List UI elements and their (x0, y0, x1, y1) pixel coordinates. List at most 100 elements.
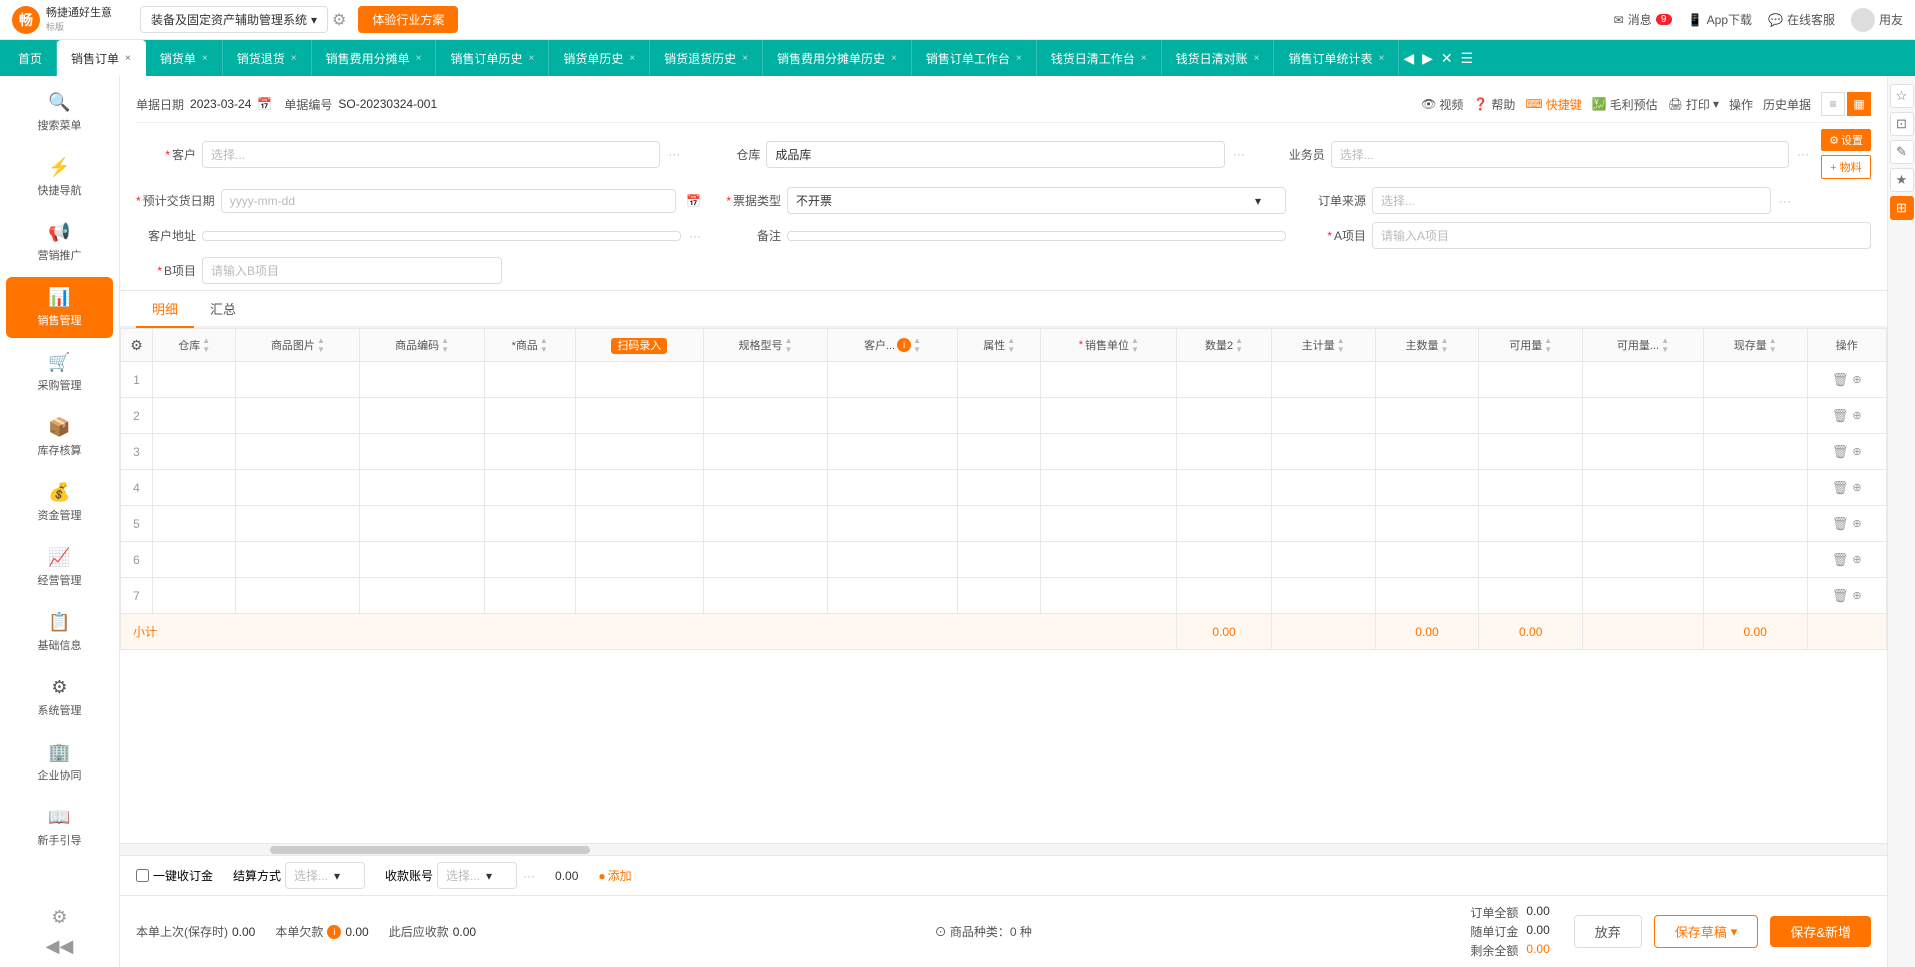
scroll-thumb[interactable] (270, 846, 590, 854)
sidebar-item-purchase[interactable]: 🛒 采购管理 (6, 342, 113, 403)
nav-scroll-left[interactable]: ◀ (1399, 50, 1418, 67)
shortcut-btn[interactable]: ⌨ 快捷键 (1525, 96, 1581, 113)
cell-ccode-2[interactable] (828, 398, 958, 434)
cell-product-3[interactable] (484, 434, 575, 470)
mini-btn-5[interactable]: ⊞ (1890, 196, 1914, 220)
cell-current-3[interactable] (1703, 434, 1807, 470)
gear-icon[interactable]: ⚙ (130, 337, 143, 353)
tab-summary[interactable]: 汇总 (194, 291, 252, 328)
cell-avail2-7[interactable] (1583, 578, 1704, 614)
cell-scan-6[interactable] (575, 542, 703, 578)
cell-attr-1[interactable] (958, 362, 1041, 398)
tab-fee-history[interactable]: 销售费用分摊单历史 × (763, 40, 912, 76)
cell-warehouse-3[interactable] (153, 434, 236, 470)
tab-sales-history[interactable]: 销售订单历史 × (436, 40, 549, 76)
sort-arrows-code[interactable]: ▲▼ (441, 336, 449, 354)
cell-img-1[interactable] (236, 362, 360, 398)
sort-arrows-unit[interactable]: ▲▼ (1131, 336, 1139, 354)
b-project-input[interactable]: 请输入B项目 (202, 257, 502, 284)
cell-unit-3[interactable] (1041, 434, 1177, 470)
one-click-input[interactable] (136, 869, 149, 882)
cell-current-4[interactable] (1703, 470, 1807, 506)
tab-stats-close[interactable]: × (1378, 53, 1384, 64)
tab-fee-history-close[interactable]: × (891, 53, 897, 64)
warehouse-dots[interactable]: ··· (1233, 147, 1245, 161)
tab-invoice-history[interactable]: 销货单历史 × (549, 40, 650, 76)
cell-mainqty-3[interactable] (1375, 434, 1479, 470)
save-new-btn[interactable]: 保存&新增 (1770, 916, 1871, 947)
sort-arrows-img[interactable]: ▲▼ (317, 336, 325, 354)
cell-code-1[interactable] (360, 362, 484, 398)
cell-avail1-4[interactable] (1479, 470, 1583, 506)
tab-return-history[interactable]: 销货退货历史 × (650, 40, 763, 76)
cell-avail2-5[interactable] (1583, 506, 1704, 542)
tab-sales-fee-close[interactable]: × (416, 53, 422, 64)
cell-spec-4[interactable] (703, 470, 827, 506)
cell-mainqty-1[interactable] (1375, 362, 1479, 398)
cell-spec-3[interactable] (703, 434, 827, 470)
copy-row-4[interactable]: ⊕ (1852, 481, 1861, 494)
sort-arrows-avail2[interactable]: ▲▼ (1661, 336, 1669, 354)
delete-row-3[interactable]: 🗑 (1832, 444, 1849, 460)
calendar-icon[interactable]: 📅 (257, 97, 272, 111)
nav-close[interactable]: ✕ (1437, 50, 1457, 67)
cell-scan-1[interactable] (575, 362, 703, 398)
copy-row-5[interactable]: ⊕ (1852, 517, 1861, 530)
sidebar-settings-btn[interactable]: ⚙ (51, 907, 67, 928)
cell-avail2-1[interactable] (1583, 362, 1704, 398)
cell-current-1[interactable] (1703, 362, 1807, 398)
cell-ccode-6[interactable] (828, 542, 958, 578)
save-draft-btn[interactable]: 保存草稿 ▾ (1654, 915, 1759, 948)
customer-addr-input[interactable] (202, 231, 681, 241)
sort-arrows-product[interactable]: ▲▼ (540, 336, 548, 354)
cell-current-2[interactable] (1703, 398, 1807, 434)
info-icon[interactable]: i (897, 338, 911, 352)
delete-row-5[interactable]: 🗑 (1832, 516, 1849, 532)
cell-ccode-1[interactable] (828, 362, 958, 398)
app-selector[interactable]: 装备及固定资产辅助管理系统 ▾ (140, 6, 328, 33)
sidebar-item-marketing[interactable]: 📢 营销推广 (6, 212, 113, 273)
cell-qty2-4[interactable] (1177, 470, 1272, 506)
mini-btn-1[interactable]: ☆ (1890, 84, 1914, 108)
cell-code-6[interactable] (360, 542, 484, 578)
cell-avail1-3[interactable] (1479, 434, 1583, 470)
sidebar-item-enterprise[interactable]: 🏢 企业协同 (6, 732, 113, 793)
cell-product-2[interactable] (484, 398, 575, 434)
sort-arrows-ccode[interactable]: ▲▼ (913, 336, 921, 354)
cell-mainunit-5[interactable] (1271, 506, 1375, 542)
bank-select-input[interactable]: 选择... ▾ (437, 862, 517, 889)
cell-mainqty-5[interactable] (1375, 506, 1479, 542)
cell-mainqty-6[interactable] (1375, 542, 1479, 578)
sort-arrows-mainqty[interactable]: ▲▼ (1441, 336, 1449, 354)
sort-arrows-current[interactable]: ▲▼ (1769, 336, 1777, 354)
cell-spec-6[interactable] (703, 542, 827, 578)
tab-return-history-close[interactable]: × (742, 53, 748, 64)
cell-qty2-3[interactable] (1177, 434, 1272, 470)
cell-avail1-6[interactable] (1479, 542, 1583, 578)
cell-mainunit-6[interactable] (1271, 542, 1375, 578)
cell-code-7[interactable] (360, 578, 484, 614)
cell-avail1-5[interactable] (1479, 506, 1583, 542)
addr-dots[interactable]: ··· (689, 229, 701, 243)
cell-attr-7[interactable] (958, 578, 1041, 614)
cell-avail2-2[interactable] (1583, 398, 1704, 434)
cell-unit-2[interactable] (1041, 398, 1177, 434)
tab-daily-clear-close[interactable]: × (1141, 53, 1147, 64)
sidebar-collapse-btn[interactable]: ◀◀ (46, 936, 74, 957)
actions-btn[interactable]: 操作 (1729, 96, 1753, 113)
cell-unit-6[interactable] (1041, 542, 1177, 578)
cell-mainunit-3[interactable] (1271, 434, 1375, 470)
cell-scan-3[interactable] (575, 434, 703, 470)
cell-product-6[interactable] (484, 542, 575, 578)
cell-mainqty-2[interactable] (1375, 398, 1479, 434)
mini-btn-2[interactable]: ⊡ (1890, 112, 1914, 136)
cell-current-5[interactable] (1703, 506, 1807, 542)
cell-spec-1[interactable] (703, 362, 827, 398)
copy-row-7[interactable]: ⊕ (1852, 589, 1861, 602)
cell-avail1-7[interactable] (1479, 578, 1583, 614)
tab-home[interactable]: 首页 (4, 40, 57, 76)
cell-unit-1[interactable] (1041, 362, 1177, 398)
horizontal-scrollbar[interactable] (120, 843, 1887, 855)
cell-mainqty-7[interactable] (1375, 578, 1479, 614)
grid-view-btn[interactable]: ▦ (1847, 92, 1871, 116)
